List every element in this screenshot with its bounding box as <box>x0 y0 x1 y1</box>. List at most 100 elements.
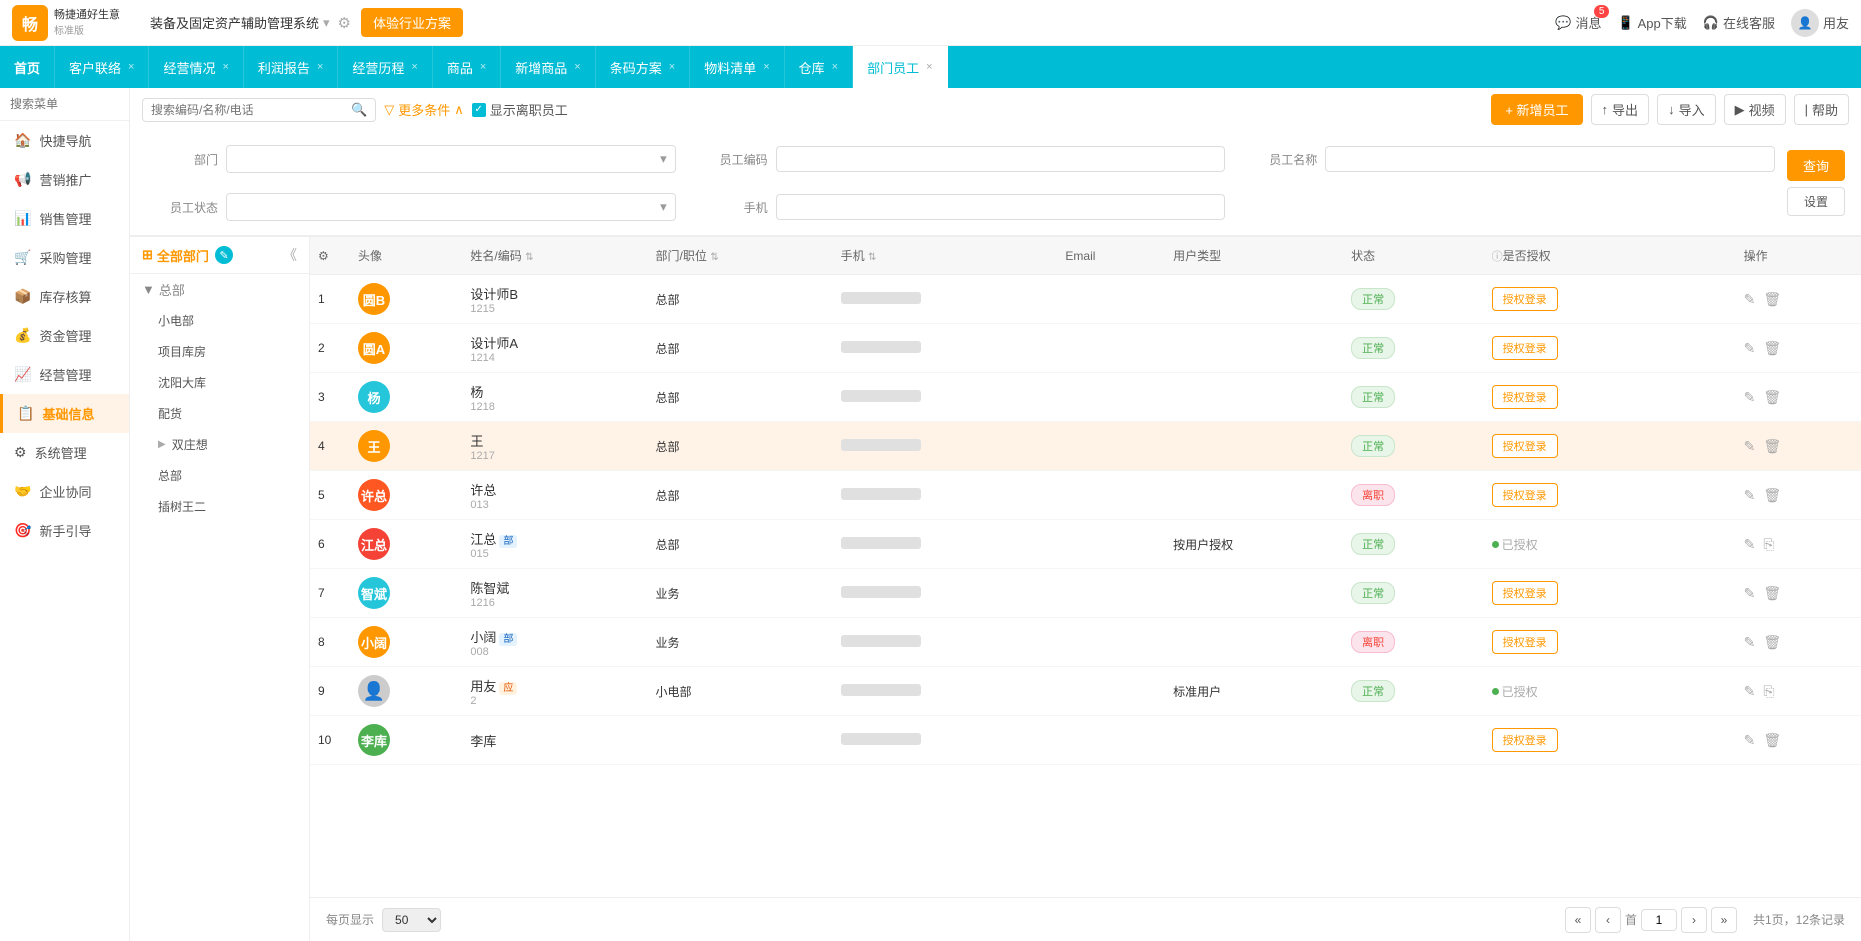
auth-login-button[interactable]: 授权登录 <box>1492 630 1558 654</box>
edit-dept-icon[interactable]: ✎ <box>215 246 233 264</box>
help-button[interactable]: | 帮助 <box>1794 94 1849 125</box>
sidebar-item-sales[interactable]: 📊 销售管理 <box>0 199 129 238</box>
sidebar-item-basicinfo[interactable]: 📋 基础信息 <box>0 394 129 433</box>
app-download-button[interactable]: 📱 App下载 <box>1617 13 1686 32</box>
more-filters-button[interactable]: ▽ 更多条件 ∧ <box>384 100 464 119</box>
page-size-select[interactable]: 50 100 <box>382 908 441 932</box>
delete-button[interactable]: 🗑 <box>1763 291 1781 308</box>
title-dropdown-icon[interactable]: ▾ <box>323 15 330 31</box>
emp-code-input[interactable] <box>776 146 1226 172</box>
delete-button[interactable]: 🗑 <box>1763 634 1781 651</box>
dept-node-xiaodibu[interactable]: 小电部 <box>130 305 309 336</box>
message-button[interactable]: 💬 消息 5 <box>1555 13 1601 32</box>
sidebar-item-marketing[interactable]: 📢 营销推广 <box>0 160 129 199</box>
auth-login-button[interactable]: 授权登录 <box>1492 336 1558 360</box>
close-icon[interactable]: × <box>763 61 769 73</box>
tab-profit[interactable]: 利润报告 × <box>244 46 338 88</box>
sidebar-item-purchase[interactable]: 🛒 采购管理 <box>0 238 129 277</box>
user-menu[interactable]: 👤 用友 <box>1791 9 1849 37</box>
search-icon[interactable]: 🔍 <box>351 102 367 118</box>
dept-node-shuangzhuang[interactable]: ▶双庄想 <box>130 429 309 460</box>
next-page-button[interactable]: › <box>1681 907 1707 933</box>
dept-filter-select[interactable]: ▾ <box>226 145 676 173</box>
sidebar-item-system[interactable]: ⚙ 系统管理 <box>0 433 129 472</box>
close-icon[interactable]: × <box>574 61 580 73</box>
auth-login-button[interactable]: 授权登录 <box>1492 434 1558 458</box>
tab-new-goods[interactable]: 新增商品 × <box>501 46 595 88</box>
copy-button[interactable]: ⎘ <box>1763 536 1774 553</box>
close-icon[interactable]: × <box>669 61 675 73</box>
delete-button[interactable]: 🗑 <box>1763 438 1781 455</box>
edit-button[interactable]: ✎ <box>1744 340 1756 357</box>
experience-button[interactable]: 体验行业方案 <box>361 8 463 37</box>
col-name[interactable]: 姓名/编码 ⇅ <box>462 237 647 275</box>
dept-node-shenyang[interactable]: 沈阳大库 <box>130 367 309 398</box>
delete-button[interactable]: 🗑 <box>1763 585 1781 602</box>
close-icon[interactable]: × <box>128 61 134 73</box>
sidebar-item-finance[interactable]: 💰 资金管理 <box>0 316 129 355</box>
page-number-input[interactable] <box>1641 909 1677 931</box>
close-icon[interactable]: × <box>411 61 417 73</box>
first-page-button[interactable]: « <box>1565 907 1591 933</box>
emp-name-input[interactable] <box>1325 146 1775 172</box>
dept-node-project[interactable]: 项目库房 <box>130 336 309 367</box>
set-button[interactable]: 设置 <box>1787 187 1845 216</box>
phone-input[interactable] <box>776 194 1226 220</box>
tab-operation[interactable]: 经营情况 × <box>149 46 243 88</box>
sidebar-item-collab[interactable]: 🤝 企业协同 <box>0 472 129 511</box>
edit-button[interactable]: ✎ <box>1744 683 1756 700</box>
last-page-button[interactable]: » <box>1711 907 1737 933</box>
gear-button[interactable]: ⚙ <box>338 14 351 32</box>
online-service-button[interactable]: 🎧 在线客服 <box>1703 13 1775 32</box>
search-input[interactable] <box>151 103 351 117</box>
sidebar-item-guide[interactable]: 🎯 新手引导 <box>0 511 129 550</box>
prev-page-button[interactable]: ‹ <box>1595 907 1621 933</box>
tab-bom[interactable]: 物料清单 × <box>690 46 784 88</box>
edit-button[interactable]: ✎ <box>1744 634 1756 651</box>
auth-login-button[interactable]: 授权登录 <box>1492 728 1558 752</box>
video-button[interactable]: ▶ 视频 <box>1724 94 1786 125</box>
edit-button[interactable]: ✎ <box>1744 536 1756 553</box>
auth-login-button[interactable]: 授权登录 <box>1492 385 1558 409</box>
edit-button[interactable]: ✎ <box>1744 389 1756 406</box>
sidebar-item-bizmanage[interactable]: 📈 经营管理 <box>0 355 129 394</box>
edit-button[interactable]: ✎ <box>1744 585 1756 602</box>
export-button[interactable]: ↑ 导出 <box>1591 94 1650 125</box>
close-icon[interactable]: × <box>317 61 323 73</box>
col-settings[interactable]: ⚙ <box>310 237 350 275</box>
tab-barcode[interactable]: 条码方案 × <box>596 46 690 88</box>
resigned-checkbox[interactable]: ✓ <box>472 103 486 117</box>
edit-button[interactable]: ✎ <box>1744 732 1756 749</box>
emp-status-select[interactable]: ▾ <box>226 193 676 221</box>
import-button[interactable]: ↓ 导入 <box>1657 94 1716 125</box>
search-menu-input[interactable] <box>10 97 130 111</box>
auth-login-button[interactable]: 授权登录 <box>1492 581 1558 605</box>
tab-warehouse[interactable]: 仓库 × <box>785 46 853 88</box>
sort-icon[interactable]: ⇅ <box>710 252 718 263</box>
tab-customer[interactable]: 客户联络 × <box>55 46 149 88</box>
auth-login-button[interactable]: 授权登录 <box>1492 287 1558 311</box>
tab-dept-employee[interactable]: 部门员工 × <box>853 46 947 88</box>
copy-button[interactable]: ⎘ <box>1763 683 1774 700</box>
sidebar-item-quicknav[interactable]: 🏠 快捷导航 <box>0 121 129 160</box>
col-dept[interactable]: 部门/职位 ⇅ <box>648 237 833 275</box>
edit-button[interactable]: ✎ <box>1744 438 1756 455</box>
close-icon[interactable]: × <box>926 61 932 73</box>
close-icon[interactable]: × <box>832 61 838 73</box>
tab-history[interactable]: 经营历程 × <box>338 46 432 88</box>
delete-button[interactable]: 🗑 <box>1763 732 1781 749</box>
delete-button[interactable]: 🗑 <box>1763 340 1781 357</box>
close-icon[interactable]: × <box>222 61 228 73</box>
tab-home[interactable]: 首页 <box>0 46 55 88</box>
col-phone[interactable]: 手机 ⇅ <box>833 237 1058 275</box>
collapse-dept-button[interactable]: 《 <box>283 245 297 265</box>
dept-node-peihuo[interactable]: 配货 <box>130 398 309 429</box>
delete-button[interactable]: 🗑 <box>1763 389 1781 406</box>
dept-node-chashuwang[interactable]: 插树王二 <box>130 491 309 522</box>
tab-goods[interactable]: 商品 × <box>433 46 501 88</box>
sort-icon[interactable]: ⇅ <box>868 252 876 263</box>
show-resigned-toggle[interactable]: ✓ 显示离职员工 <box>472 100 568 119</box>
close-icon[interactable]: × <box>480 61 486 73</box>
query-button[interactable]: 查询 <box>1787 150 1845 181</box>
sidebar-item-inventory[interactable]: 📦 库存核算 <box>0 277 129 316</box>
